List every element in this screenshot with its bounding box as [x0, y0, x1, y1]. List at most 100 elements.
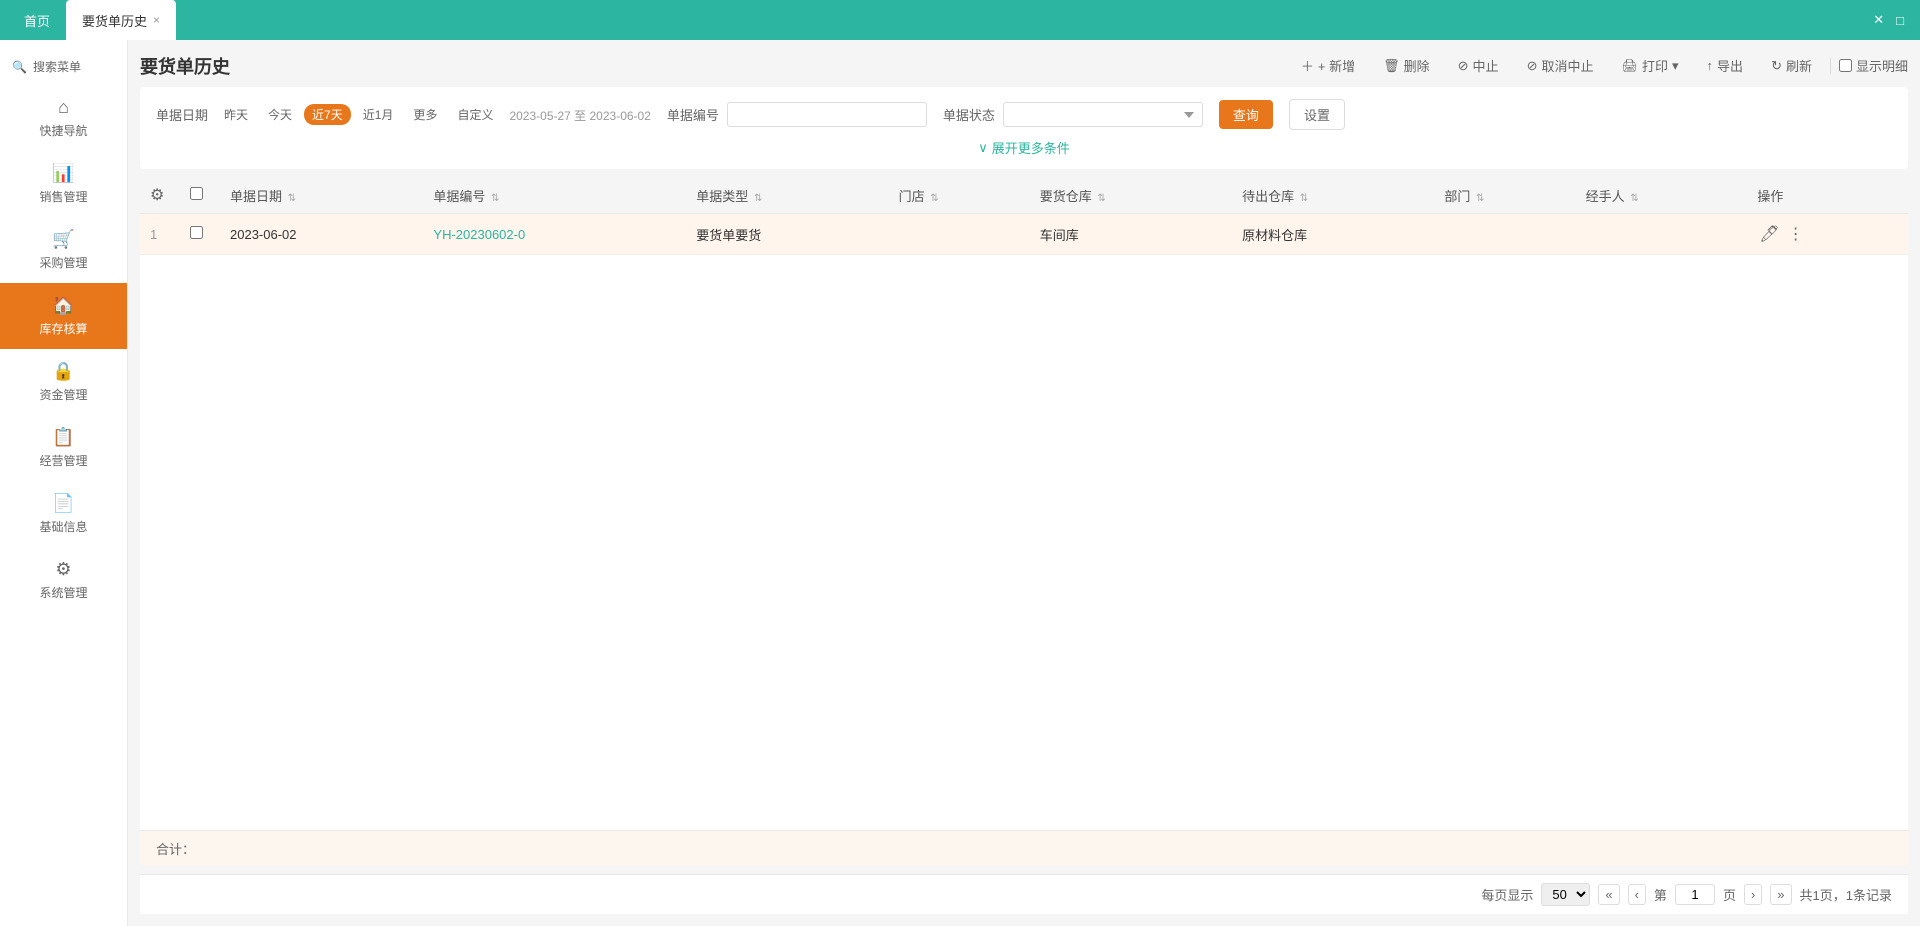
table-wrapper: ⚙ 单据日期 ⇅ 单据编号 ⇅ [140, 177, 1908, 830]
sidebar-item-finance[interactable]: 🔒 资金管理 [0, 349, 127, 415]
more-btn[interactable]: 更多 [405, 104, 445, 125]
doc-link[interactable]: YH-20230602-0 [433, 227, 525, 242]
doc-number-input[interactable] [727, 102, 927, 127]
sidebar-item-label: 资金管理 [39, 386, 87, 403]
yesterday-btn[interactable]: 昨天 [216, 104, 256, 125]
export-btn[interactable]: ↑ 导出 [1697, 52, 1754, 79]
tab-home[interactable]: 首页 [8, 0, 66, 40]
custom-btn[interactable]: 自定义 [449, 104, 501, 125]
last7days-btn[interactable]: 近7天 [304, 104, 351, 125]
system-icon: ⚙ [55, 559, 71, 580]
col-docno-header: 单据编号 ⇅ [423, 177, 686, 214]
col-req-warehouse-label: 要货仓库 [1040, 189, 1092, 204]
refresh-btn[interactable]: ↻ 刷新 [1761, 52, 1822, 79]
sidebar-item-label: 系统管理 [39, 584, 87, 601]
sidebar: 🔍 搜索菜单 ⌂ 快捷导航 📊 销售管理 🛒 采购管理 🏠 库存核算 🔒 资金管… [0, 40, 128, 926]
col-check-header [180, 177, 220, 214]
sort-docno-icon[interactable]: ⇅ [491, 193, 499, 204]
delete-label: 删除 [1404, 56, 1430, 75]
sidebar-item-system[interactable]: ⚙ 系统管理 [0, 547, 127, 613]
sidebar-item-basic-info[interactable]: 📄 基础信息 [0, 481, 127, 547]
export-label: 导出 [1717, 56, 1743, 75]
sidebar-item-inventory[interactable]: 🏠 库存核算 [0, 283, 127, 349]
sort-doctype-icon[interactable]: ⇅ [754, 193, 762, 204]
print-btn[interactable]: 🖨 打印 ▾ [1611, 52, 1688, 79]
delete-btn[interactable]: 🗑 删除 [1373, 52, 1440, 79]
main-layout: 🔍 搜索菜单 ⌂ 快捷导航 📊 销售管理 🛒 采购管理 🏠 库存核算 🔒 资金管… [0, 40, 1920, 926]
filter-row-1: 单据日期 昨天 今天 近7天 近1月 更多 自定义 2023-05-27 至 2… [156, 99, 1892, 130]
pagination-bar: 每页显示 50 « ‹ 第 页 › » 共1页，1条记录 [140, 874, 1908, 914]
purchase-icon: 🛒 [52, 229, 74, 250]
row-checkbox[interactable] [190, 226, 203, 239]
show-detail-input[interactable] [1839, 59, 1852, 72]
sidebar-item-label: 经营管理 [39, 452, 87, 469]
sort-req-warehouse-icon[interactable]: ⇅ [1097, 193, 1105, 204]
last1month-btn[interactable]: 近1月 [355, 104, 402, 125]
next-page-btn[interactable]: › [1744, 884, 1762, 905]
print-label: 打印 [1642, 56, 1668, 75]
table-row: 1 2023-06-02 YH-20230602-0 要货单要货 车间 [140, 214, 1908, 255]
col-doctype-header: 单据类型 ⇅ [686, 177, 888, 214]
query-btn[interactable]: 查询 [1219, 100, 1273, 129]
status-label: 单据状态 [943, 105, 995, 124]
new-btn[interactable]: ＋ + 新增 [1291, 52, 1365, 79]
filter-panel: 单据日期 昨天 今天 近7天 近1月 更多 自定义 2023-05-27 至 2… [140, 87, 1908, 169]
divider [1830, 58, 1831, 74]
sort-handler-icon[interactable]: ⇅ [1630, 193, 1638, 204]
table-footer: 合计： [140, 830, 1908, 866]
window-maximize-btn[interactable]: □ [1896, 13, 1904, 28]
page-size-select[interactable]: 50 [1541, 883, 1590, 906]
settings-gear-icon[interactable]: ⚙ [150, 187, 164, 204]
tab-close-icon[interactable]: × [153, 13, 160, 27]
col-pending-warehouse-label: 待出仓库 [1242, 189, 1294, 204]
delete-icon: 🗑 [1383, 58, 1400, 74]
sort-dept-icon[interactable]: ⇅ [1476, 193, 1484, 204]
content-area: 要货单历史 ＋ + 新增 🗑 删除 ⊘ 中止 ⊘ 取消中止 [128, 40, 1920, 926]
cancel-stop-label: 取消中止 [1541, 56, 1593, 75]
tab-requisition-history[interactable]: 要货单历史 × [66, 0, 176, 40]
sort-store-icon[interactable]: ⇅ [930, 193, 938, 204]
sort-date-icon[interactable]: ⇅ [288, 193, 296, 204]
expand-more-btn[interactable]: ∨ 展开更多条件 [156, 138, 1892, 157]
show-detail-label: 显示明细 [1856, 56, 1908, 75]
stop-btn[interactable]: ⊘ 中止 [1448, 52, 1509, 79]
refresh-label: 刷新 [1786, 56, 1812, 75]
cell-date: 2023-06-02 [220, 214, 423, 255]
basic-info-icon: 📄 [52, 493, 74, 514]
col-dept-label: 部门 [1444, 189, 1470, 204]
show-detail-checkbox[interactable]: 显示明细 [1839, 56, 1908, 75]
col-store-header: 门店 ⇅ [889, 177, 1030, 214]
page-input[interactable] [1675, 884, 1715, 905]
cell-docno: YH-20230602-0 [423, 214, 686, 255]
sidebar-item-purchase[interactable]: 🛒 采购管理 [0, 217, 127, 283]
last-page-btn[interactable]: » [1770, 884, 1791, 905]
cell-doctype: 要货单要货 [686, 214, 888, 255]
expand-more-label: 展开更多条件 [992, 138, 1070, 157]
col-settings: ⚙ [140, 177, 180, 214]
sidebar-item-quick-nav[interactable]: ⌂ 快捷导航 [0, 85, 127, 151]
sidebar-item-label: 采购管理 [39, 254, 87, 271]
row-more-btn[interactable]: ⋮ [1786, 222, 1806, 246]
cancel-stop-icon: ⊘ [1527, 58, 1538, 74]
prev-page-btn[interactable]: ‹ [1628, 884, 1646, 905]
sidebar-search[interactable]: 🔍 搜索菜单 [0, 48, 127, 85]
settings-btn[interactable]: 设置 [1289, 99, 1345, 130]
new-label: + 新增 [1318, 56, 1355, 75]
sidebar-item-operations[interactable]: 📋 经营管理 [0, 415, 127, 481]
today-btn[interactable]: 今天 [260, 104, 300, 125]
window-close-btn[interactable]: ✕ [1873, 12, 1884, 28]
select-all-checkbox[interactable] [190, 187, 203, 200]
sort-pending-warehouse-icon[interactable]: ⇅ [1300, 193, 1308, 204]
cell-pending-warehouse: 原材料仓库 [1232, 214, 1434, 255]
first-page-btn[interactable]: « [1598, 884, 1619, 905]
row-edit-btn[interactable]: 🖊 [1757, 222, 1781, 246]
new-icon: ＋ [1301, 56, 1314, 75]
sidebar-item-sales[interactable]: 📊 销售管理 [0, 151, 127, 217]
col-handler-label: 经手人 [1586, 189, 1625, 204]
cancel-stop-btn[interactable]: ⊘ 取消中止 [1517, 52, 1604, 79]
inventory-icon: 🏠 [52, 295, 74, 316]
total-records-label: 共1页，1条记录 [1800, 885, 1892, 904]
status-select[interactable] [1003, 102, 1203, 127]
table-header-row: ⚙ 单据日期 ⇅ 单据编号 ⇅ [140, 177, 1908, 214]
operations-icon: 📋 [52, 427, 74, 448]
